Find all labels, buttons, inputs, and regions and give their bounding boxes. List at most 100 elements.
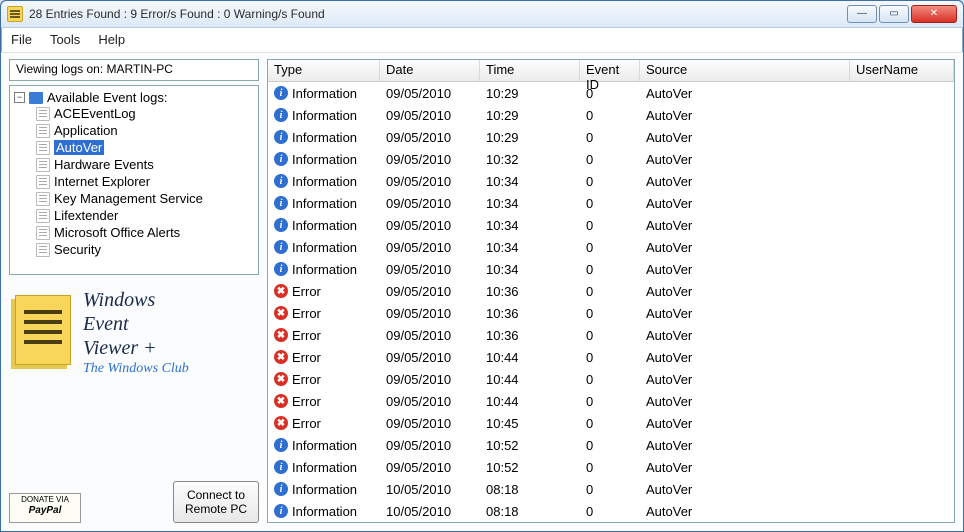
donate-paypal-button[interactable]: DONATE VIA PayPal [9,493,81,523]
brand-line3: Viewer + [83,337,189,359]
window-title: 28 Entries Found : 9 Error/s Found : 0 W… [29,7,847,21]
cell-eventid: 0 [580,262,640,277]
table-row[interactable]: ✖Error09/05/201010:440AutoVer [268,368,954,390]
table-row[interactable]: iInformation10/05/201008:180AutoVer [268,500,954,522]
table-row[interactable]: ✖Error09/05/201010:360AutoVer [268,302,954,324]
cell-eventid: 0 [580,86,640,101]
cell-source: AutoVer [640,284,850,299]
info-icon: i [274,240,288,254]
cell-type: ✖Error [268,328,380,343]
cell-type: ✖Error [268,416,380,431]
cell-source: AutoVer [640,416,850,431]
cell-date: 09/05/2010 [380,130,480,145]
cell-source: AutoVer [640,86,850,101]
app-logo-icon [15,295,71,365]
col-header-date[interactable]: Date [380,60,480,81]
cell-eventid: 0 [580,284,640,299]
tree-root[interactable]: − Available Event logs: [12,90,256,105]
cell-date: 09/05/2010 [380,240,480,255]
grid-body[interactable]: iInformation09/05/201010:290AutoVeriInfo… [268,82,954,522]
table-row[interactable]: ✖Error09/05/201010:360AutoVer [268,324,954,346]
table-row[interactable]: iInformation09/05/201010:340AutoVer [268,258,954,280]
cell-source: AutoVer [640,174,850,189]
cell-source: AutoVer [640,504,850,519]
tree-item[interactable]: Application [34,122,256,139]
cell-time: 10:36 [480,284,580,299]
tree-item[interactable]: Security [34,241,256,258]
table-row[interactable]: iInformation09/05/201010:290AutoVer [268,82,954,104]
cell-type: iInformation [268,460,380,475]
cell-type: ✖Error [268,284,380,299]
cell-date: 09/05/2010 [380,86,480,101]
cell-source: AutoVer [640,394,850,409]
collapse-icon[interactable]: − [14,92,25,103]
menu-tools[interactable]: Tools [50,32,80,47]
log-file-icon [36,226,50,240]
table-row[interactable]: iInformation09/05/201010:290AutoVer [268,126,954,148]
table-row[interactable]: iInformation09/05/201010:290AutoVer [268,104,954,126]
maximize-button[interactable]: ▭ [879,5,909,23]
cell-type: iInformation [268,108,380,123]
table-row[interactable]: iInformation09/05/201010:340AutoVer [268,192,954,214]
cell-date: 09/05/2010 [380,196,480,211]
cell-date: 10/05/2010 [380,482,480,497]
cell-source: AutoVer [640,196,850,211]
cell-time: 10:32 [480,152,580,167]
info-icon: i [274,108,288,122]
cell-time: 10:52 [480,460,580,475]
cell-eventid: 0 [580,218,640,233]
col-header-type[interactable]: Type [268,60,380,81]
cell-source: AutoVer [640,130,850,145]
event-log-tree[interactable]: − Available Event logs: ACEEventLogAppli… [9,85,259,275]
cell-source: AutoVer [640,350,850,365]
cell-date: 09/05/2010 [380,218,480,233]
col-header-username[interactable]: UserName [850,60,954,81]
minimize-button[interactable]: — [847,5,877,23]
table-row[interactable]: ✖Error09/05/201010:450AutoVer [268,412,954,434]
table-row[interactable]: ✖Error09/05/201010:440AutoVer [268,346,954,368]
menu-file[interactable]: File [11,32,32,47]
tree-item[interactable]: Key Management Service [34,190,256,207]
table-row[interactable]: iInformation09/05/201010:340AutoVer [268,170,954,192]
tree-item[interactable]: Internet Explorer [34,173,256,190]
table-row[interactable]: iInformation10/05/201008:180AutoVer [268,478,954,500]
info-icon: i [274,460,288,474]
col-header-eventid[interactable]: Event ID [580,60,640,81]
titlebar[interactable]: 28 Entries Found : 9 Error/s Found : 0 W… [1,1,963,28]
table-row[interactable]: ✖Error09/05/201010:440AutoVer [268,390,954,412]
table-row[interactable]: iInformation09/05/201010:520AutoVer [268,456,954,478]
tree-item[interactable]: ACEEventLog [34,105,256,122]
table-row[interactable]: iInformation09/05/201010:320AutoVer [268,148,954,170]
col-header-time[interactable]: Time [480,60,580,81]
menu-help[interactable]: Help [98,32,125,47]
table-row[interactable]: iInformation09/05/201010:520AutoVer [268,434,954,456]
info-icon: i [274,218,288,232]
cell-date: 09/05/2010 [380,394,480,409]
table-row[interactable]: iInformation09/05/201010:340AutoVer [268,236,954,258]
cell-date: 09/05/2010 [380,460,480,475]
cell-eventid: 0 [580,328,640,343]
connect-remote-button[interactable]: Connect to Remote PC [173,481,259,523]
menubar: File Tools Help [1,28,963,53]
grid-header: Type Date Time Event ID Source UserName [268,60,954,82]
tree-item[interactable]: Microsoft Office Alerts [34,224,256,241]
bottom-buttons: DONATE VIA PayPal Connect to Remote PC [9,475,259,523]
cell-time: 10:52 [480,438,580,453]
info-icon: i [274,86,288,100]
log-file-icon [36,107,50,121]
table-row[interactable]: iInformation09/05/201010:340AutoVer [268,214,954,236]
tree-item-label: Security [54,242,101,257]
tree-item[interactable]: AutoVer [34,139,256,156]
close-button[interactable]: ✕ [911,5,957,23]
cell-date: 09/05/2010 [380,372,480,387]
cell-eventid: 0 [580,196,640,211]
tree-item[interactable]: Hardware Events [34,156,256,173]
table-row[interactable]: ✖Error09/05/201010:360AutoVer [268,280,954,302]
col-header-source[interactable]: Source [640,60,850,81]
cell-time: 10:44 [480,394,580,409]
cell-source: AutoVer [640,306,850,321]
left-lower: Windows Event Viewer + The Windows Club … [9,275,259,523]
tree-item[interactable]: Lifextender [34,207,256,224]
tree-item-label: AutoVer [54,140,104,155]
viewing-on-field[interactable]: Viewing logs on: MARTIN-PC [9,59,259,81]
